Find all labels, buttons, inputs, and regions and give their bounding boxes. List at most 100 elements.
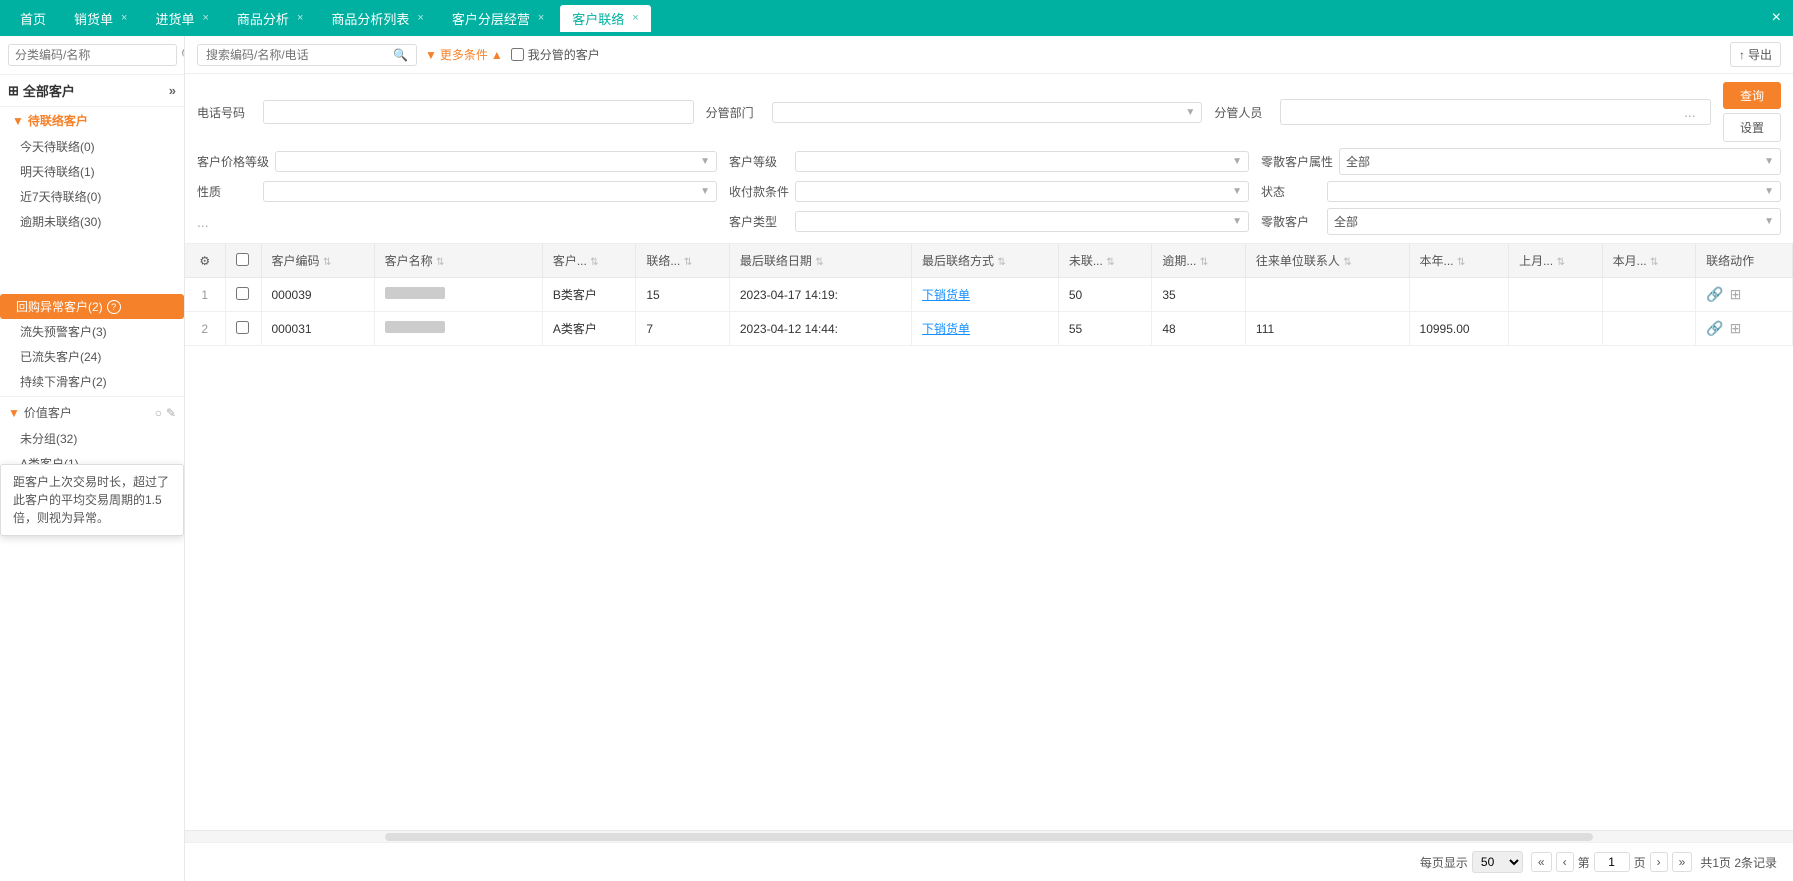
cell-contact-person: 111 xyxy=(1245,312,1409,346)
cell-code: 000039 xyxy=(261,278,374,312)
close-product-analysis-icon[interactable]: × xyxy=(297,12,303,24)
first-page-button[interactable]: « xyxy=(1531,852,1552,872)
cell-current-month xyxy=(1602,278,1696,312)
sidebar-item-today[interactable]: 今天待联络(0) xyxy=(0,134,184,159)
retail-customer-select[interactable]: 全部 ▼ xyxy=(1327,208,1781,235)
gender-select[interactable]: ▼ xyxy=(263,181,717,202)
col-contact-person[interactable]: 往来单位联系人 ⇅ xyxy=(1245,244,1409,278)
col-customer-code[interactable]: 客户编码 ⇅ xyxy=(261,244,374,278)
status-select[interactable]: ▼ xyxy=(1327,181,1781,202)
tab-product-analysis-list[interactable]: 商品分析列表 × xyxy=(319,5,435,32)
col-customer-name[interactable]: 客户名称 ⇅ xyxy=(374,244,542,278)
value-customer-edit-icon[interactable]: ✎ xyxy=(166,406,176,420)
last-contact-method-link-1[interactable]: 下销货单 xyxy=(922,322,970,336)
pagination-controls: « ‹ 第 页 › » xyxy=(1531,852,1692,872)
query-button[interactable]: 查询 xyxy=(1723,82,1781,109)
last-contact-method-link-0[interactable]: 下销货单 xyxy=(922,288,970,302)
col-contact-count[interactable]: 联络... ⇅ xyxy=(636,244,730,278)
prev-page-button[interactable]: ‹ xyxy=(1556,852,1574,872)
customer-level-select[interactable]: ▼ xyxy=(795,151,1249,172)
customer-price-select[interactable]: ▼ xyxy=(275,151,717,172)
select-all-checkbox[interactable] xyxy=(236,253,249,266)
horizontal-scrollbar[interactable] xyxy=(185,830,1793,842)
col-current-year[interactable]: 本年... ⇅ xyxy=(1409,244,1509,278)
tab-customer-segmentation[interactable]: 客户分层经营 × xyxy=(440,5,556,32)
branch-dept-select[interactable]: ▼ xyxy=(772,102,1203,123)
col-current-month[interactable]: 本月... ⇅ xyxy=(1602,244,1696,278)
tab-customer-contact[interactable]: 客户联络 × xyxy=(560,5,650,32)
tab-product-analysis[interactable]: 商品分析 × xyxy=(225,5,315,32)
payment-select[interactable]: ▼ xyxy=(795,181,1249,202)
close-sales-order-icon[interactable]: × xyxy=(121,12,127,24)
sidebar-item-lost-actual[interactable]: 已流失客户(24) xyxy=(0,344,184,369)
search-icon[interactable]: 🔍 xyxy=(393,48,408,62)
sidebar-item-overdue[interactable]: 逾期未联络(30) xyxy=(0,209,184,234)
repurchase-tooltip: 距客户上次交易时长，超过了此客户的平均交易周期的1.5倍，则视为异常。 xyxy=(0,464,184,536)
cell-checkbox[interactable] xyxy=(225,278,261,312)
search-input[interactable] xyxy=(206,48,389,62)
page-number-input[interactable] xyxy=(1594,852,1630,872)
value-customer-add-icon[interactable]: ○ xyxy=(155,406,162,420)
sidebar-item-unclassified[interactable]: 未分组(32) xyxy=(0,426,184,451)
sidebar-item-tomorrow[interactable]: 明天待联络(1) xyxy=(0,159,184,184)
sidebar-item-lost-preview[interactable]: 流失预警客户(3) xyxy=(0,319,184,344)
sort-type-icon: ⇅ xyxy=(590,257,598,268)
sidebar-item-repurchase-anomaly[interactable]: 回购异常客户(2) ? xyxy=(0,294,184,319)
cell-checkbox[interactable] xyxy=(225,312,261,346)
more-filter-dots[interactable]: ... xyxy=(197,214,217,230)
action-grid-icon-0[interactable]: ⊞ xyxy=(1730,286,1742,303)
search-box[interactable]: 🔍 xyxy=(197,44,417,66)
export-button[interactable]: ↑ 导出 xyxy=(1730,42,1781,67)
pending-contact-group[interactable]: ▼ 待联络客户 xyxy=(0,107,184,134)
total-records-label: 共1页 2条记录 xyxy=(1700,854,1777,871)
cell-last-contact-method[interactable]: 下销货单 xyxy=(912,278,1059,312)
close-customer-contact-icon[interactable]: × xyxy=(632,12,638,24)
cell-overdue: 48 xyxy=(1152,312,1246,346)
col-last-month[interactable]: 上月... ⇅ xyxy=(1509,244,1603,278)
sidebar-search-input[interactable] xyxy=(8,44,177,66)
tab-sales-order[interactable]: 销货单 × xyxy=(62,5,139,32)
per-page-select[interactable]: 50 100 200 xyxy=(1472,851,1523,873)
more-conditions-button[interactable]: ▼ 更多条件 ▲ xyxy=(425,46,503,63)
chevron-up-icon: ▲ xyxy=(491,48,503,62)
anomaly-help-icon[interactable]: ? xyxy=(107,300,121,314)
cell-last-contact-method[interactable]: 下销货单 xyxy=(912,312,1059,346)
window-close-button[interactable]: × xyxy=(1768,5,1785,31)
sidebar-item-declining[interactable]: 持续下滑客户(2) xyxy=(0,369,184,394)
action-link-icon-0[interactable]: 🔗 xyxy=(1706,286,1723,303)
settings-icon[interactable]: ⚙ xyxy=(199,254,210,268)
retail-attr-select[interactable]: 全部 ▼ xyxy=(1339,148,1781,175)
action-link-icon-1[interactable]: 🔗 xyxy=(1706,320,1723,337)
my-customers-checkbox-area[interactable]: 我分管的客户 xyxy=(511,46,600,63)
cell-customer-type: A类客户 xyxy=(542,312,636,346)
col-overdue[interactable]: 逾期... ⇅ xyxy=(1152,244,1246,278)
col-customer-type[interactable]: 客户... ⇅ xyxy=(542,244,636,278)
col-action: 联络动作 xyxy=(1696,244,1793,278)
value-customer-group[interactable]: ▼ 价值客户 ○ ✎ xyxy=(0,399,184,426)
phone-input[interactable] xyxy=(263,100,694,124)
customer-type-select[interactable]: ▼ xyxy=(795,211,1249,232)
cell-last-contact-date: 2023-04-17 14:19: xyxy=(729,278,911,312)
sort-method-icon: ⇅ xyxy=(997,257,1005,268)
last-page-button[interactable]: » xyxy=(1672,852,1693,872)
tab-home[interactable]: 首页 xyxy=(8,5,58,32)
col-uncontacted[interactable]: 未联... ⇅ xyxy=(1058,244,1152,278)
close-product-analysis-list-icon[interactable]: × xyxy=(417,12,423,24)
sort-contact-icon: ⇅ xyxy=(684,257,692,268)
my-customers-checkbox[interactable] xyxy=(511,48,524,61)
col-last-contact-date[interactable]: 最后联络日期 ⇅ xyxy=(729,244,911,278)
branch-person-select[interactable]: ... xyxy=(1280,99,1711,125)
col-last-contact-method[interactable]: 最后联络方式 ⇅ xyxy=(912,244,1059,278)
sidebar-item-7days[interactable]: 近7天待联络(0) xyxy=(0,184,184,209)
scroll-thumb[interactable] xyxy=(385,833,1593,841)
settings-button[interactable]: 设置 xyxy=(1723,113,1781,142)
close-customer-seg-icon[interactable]: × xyxy=(538,12,544,24)
sidebar-collapse-button[interactable]: » xyxy=(169,83,176,98)
action-grid-icon-1[interactable]: ⊞ xyxy=(1730,320,1742,337)
row-checkbox-0[interactable] xyxy=(236,287,249,300)
branch-person-dots[interactable]: ... xyxy=(1684,104,1704,120)
close-purchase-order-icon[interactable]: × xyxy=(202,12,208,24)
tab-purchase-order[interactable]: 进货单 × xyxy=(143,5,220,32)
next-page-button[interactable]: › xyxy=(1650,852,1668,872)
row-checkbox-1[interactable] xyxy=(236,321,249,334)
